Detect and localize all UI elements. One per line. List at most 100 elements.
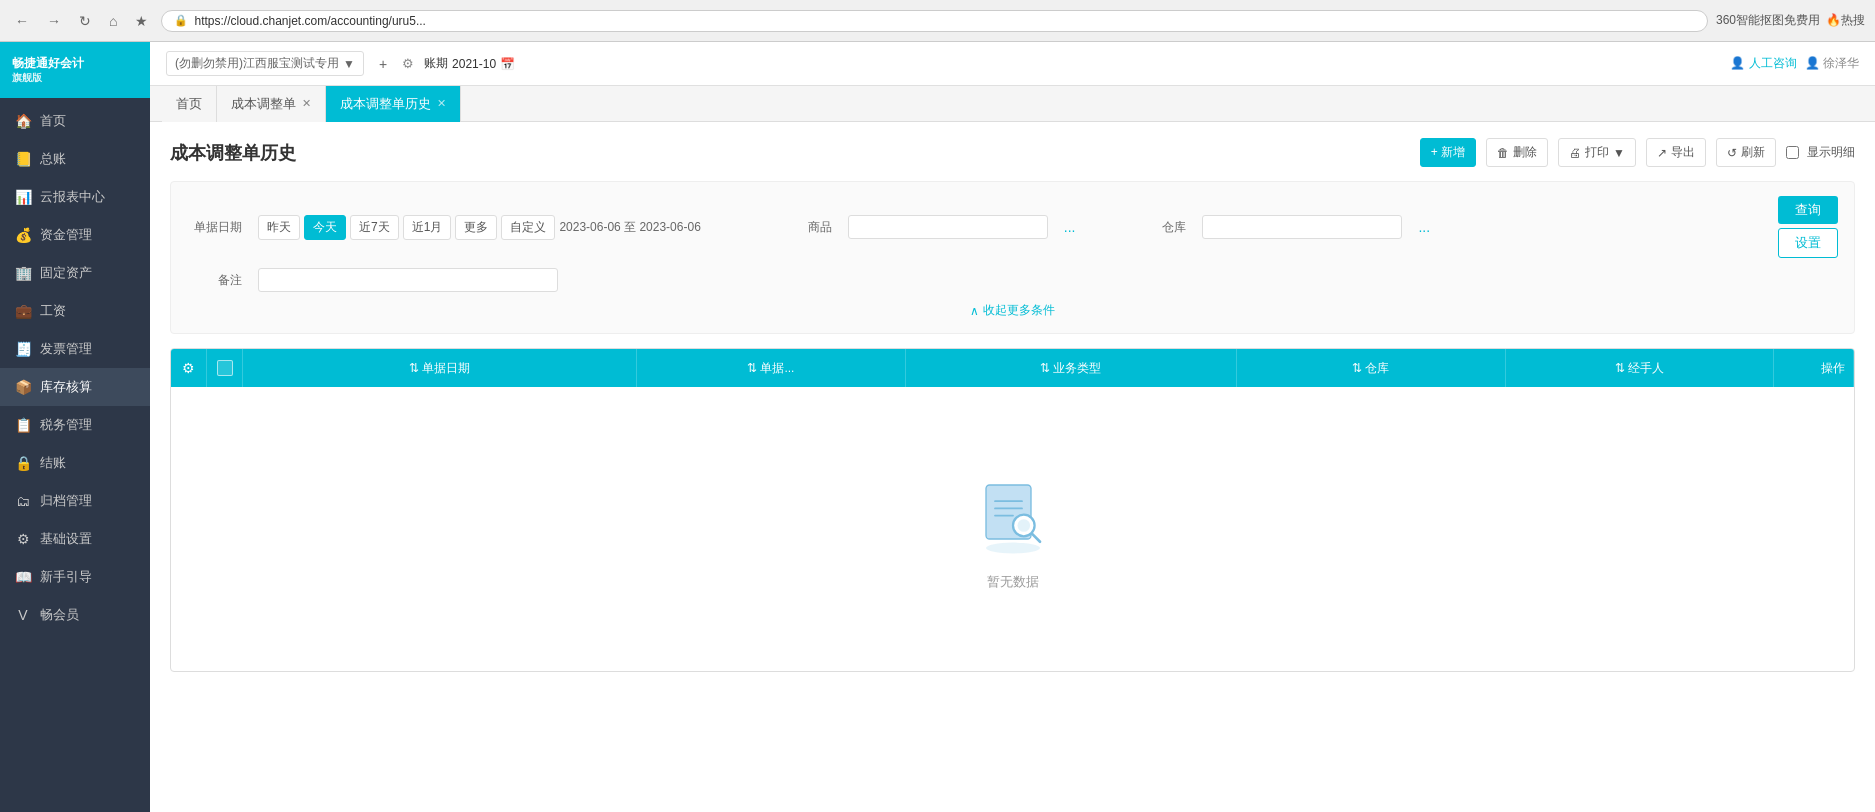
filter-section: 单据日期 昨天 今天 近7天 近1月 更多 自定义 2023-06-06 至 2… — [170, 181, 1855, 334]
sidebar-item-fixed-assets[interactable]: 🏢 固定资产 — [0, 254, 150, 292]
home-button[interactable]: ⌂ — [104, 11, 122, 31]
header-checkbox[interactable] — [217, 360, 233, 376]
th-num[interactable]: ⇅ 单据... — [637, 349, 905, 387]
th-person-label: 经手人 — [1628, 360, 1664, 377]
th-num-label: 单据... — [760, 360, 794, 377]
print-button[interactable]: 🖨 打印 ▼ — [1558, 138, 1636, 167]
sidebar-item-salary[interactable]: 💼 工资 — [0, 292, 150, 330]
goods-more-icon[interactable]: ... — [1064, 219, 1076, 235]
tab-cost-adjust-close[interactable]: ✕ — [302, 97, 311, 110]
ledger-icon: 📒 — [14, 151, 32, 167]
sidebar-item-member[interactable]: V 畅会员 — [0, 596, 150, 634]
tab-home[interactable]: 首页 — [162, 86, 217, 122]
ai-tool-label: 360智能抠图免费用 — [1716, 12, 1820, 29]
export-icon: ↗ — [1657, 146, 1667, 160]
salary-icon: 💼 — [14, 303, 32, 319]
sidebar-label-closing: 结账 — [40, 454, 66, 472]
th-date[interactable]: ⇅ 单据日期 — [243, 349, 637, 387]
tab-cost-adjust-history-close[interactable]: ✕ — [437, 97, 446, 110]
th-person-sort-icon: ⇅ — [1615, 361, 1625, 375]
sidebar-item-closing[interactable]: 🔒 结账 — [0, 444, 150, 482]
sidebar-label-guide: 新手引导 — [40, 568, 92, 586]
tab-cost-adjust-history[interactable]: 成本调整单历史 ✕ — [326, 86, 461, 122]
date-filter-label: 单据日期 — [187, 219, 242, 236]
sidebar-item-reports[interactable]: 📊 云报表中心 — [0, 178, 150, 216]
goods-filter-label: 商品 — [777, 219, 832, 236]
th-type[interactable]: ⇅ 业务类型 — [906, 349, 1237, 387]
member-icon: V — [14, 607, 32, 623]
th-warehouse[interactable]: ⇅ 仓库 — [1237, 349, 1505, 387]
sidebar-item-guide[interactable]: 📖 新手引导 — [0, 558, 150, 596]
th-actions-label: 操作 — [1821, 360, 1845, 377]
tab-cost-adjust[interactable]: 成本调整单 ✕ — [217, 86, 326, 122]
warehouse-filter-input[interactable] — [1202, 215, 1402, 239]
sidebar-label-home: 首页 — [40, 112, 66, 130]
export-button[interactable]: ↗ 导出 — [1646, 138, 1706, 167]
filter-row-remark: 备注 — [187, 268, 1838, 292]
collapse-icon: ∧ — [970, 304, 979, 318]
date-btn-more[interactable]: 更多 — [455, 215, 497, 240]
sidebar-item-ledger[interactable]: 📒 总账 — [0, 140, 150, 178]
add-tab-button[interactable]: + — [374, 54, 392, 74]
closing-icon: 🔒 — [14, 455, 32, 471]
top-bar-actions: 👤 人工咨询 👤 徐泽华 — [1730, 55, 1859, 72]
warehouse-filter-label: 仓库 — [1131, 219, 1186, 236]
company-dropdown-icon: ▼ — [343, 57, 355, 71]
company-selector[interactable]: (勿删勿禁用)江西服宝测试专用 ▼ — [166, 51, 364, 76]
date-btn-custom[interactable]: 自定义 — [501, 215, 555, 240]
sidebar-label-funds: 资金管理 — [40, 226, 92, 244]
sidebar-item-funds[interactable]: 💰 资金管理 — [0, 216, 150, 254]
sidebar-item-archive[interactable]: 🗂 归档管理 — [0, 482, 150, 520]
refresh-button[interactable]: ↺ 刷新 — [1716, 138, 1776, 167]
forward-button[interactable]: → — [42, 11, 66, 31]
th-type-label: 业务类型 — [1053, 360, 1101, 377]
fixed-assets-icon: 🏢 — [14, 265, 32, 281]
set-button[interactable]: 设置 — [1778, 228, 1838, 258]
sidebar-item-inventory[interactable]: 📦 库存核算 — [0, 368, 150, 406]
sidebar-item-invoice[interactable]: 🧾 发票管理 — [0, 330, 150, 368]
address-bar[interactable]: 🔒 https://cloud.chanjet.com/accounting/u… — [161, 10, 1708, 32]
sidebar-label-inventory: 库存核算 — [40, 378, 92, 396]
delete-label: 删除 — [1513, 144, 1537, 161]
star-button[interactable]: ★ — [130, 11, 153, 31]
th-date-label: 单据日期 — [422, 360, 470, 377]
goods-filter-input[interactable] — [848, 215, 1048, 239]
show-cols-toggle[interactable]: 显示明细 — [1786, 144, 1855, 161]
sidebar-item-tax[interactable]: 📋 税务管理 — [0, 406, 150, 444]
th-settings[interactable]: ⚙ — [171, 349, 207, 387]
date-btn-7days[interactable]: 近7天 — [350, 215, 399, 240]
delete-button[interactable]: 🗑 删除 — [1486, 138, 1548, 167]
table-header: ⚙ ⇅ 单据日期 ⇅ 单据... ⇅ 业务类型 — [171, 349, 1854, 387]
sidebar-item-settings[interactable]: ⚙ 基础设置 — [0, 520, 150, 558]
show-cols-label: 显示明细 — [1807, 144, 1855, 161]
inventory-icon: 📦 — [14, 379, 32, 395]
tab-cost-adjust-history-label: 成本调整单历史 — [340, 95, 431, 113]
remark-filter-input[interactable] — [258, 268, 558, 292]
logo-sub: 旗舰版 — [12, 71, 84, 84]
user-service-btn[interactable]: 👤 人工咨询 — [1730, 55, 1796, 72]
warehouse-more-icon[interactable]: ... — [1418, 219, 1430, 235]
query-button[interactable]: 查询 — [1778, 196, 1838, 224]
back-button[interactable]: ← — [10, 11, 34, 31]
sidebar-item-home[interactable]: 🏠 首页 — [0, 102, 150, 140]
browser-chrome: ← → ↻ ⌂ ★ 🔒 https://cloud.chanjet.com/ac… — [0, 0, 1875, 42]
new-button[interactable]: + 新增 — [1420, 138, 1476, 167]
th-check[interactable] — [207, 349, 243, 387]
collapse-button[interactable]: ∧ 收起更多条件 — [187, 302, 1838, 319]
settings-icon-top[interactable]: ⚙ — [402, 56, 414, 71]
sidebar-label-archive: 归档管理 — [40, 492, 92, 510]
th-date-sort-icon: ⇅ — [409, 361, 419, 375]
print-icon: 🖨 — [1569, 146, 1581, 160]
main-content: (勿删勿禁用)江西服宝测试专用 ▼ + ⚙ 账期 2021-10 📅 👤 人工咨… — [150, 42, 1875, 812]
date-btn-yesterday[interactable]: 昨天 — [258, 215, 300, 240]
gear-icon: ⚙ — [182, 360, 195, 376]
invoice-icon: 🧾 — [14, 341, 32, 357]
th-person[interactable]: ⇅ 经手人 — [1506, 349, 1774, 387]
user-avatar[interactable]: 👤 徐泽华 — [1805, 55, 1859, 72]
show-cols-checkbox[interactable] — [1786, 146, 1799, 159]
period-info: 账期 2021-10 📅 — [424, 55, 515, 72]
reload-button[interactable]: ↻ — [74, 11, 96, 31]
date-btn-1month[interactable]: 近1月 — [403, 215, 452, 240]
date-btn-today[interactable]: 今天 — [304, 215, 346, 240]
calendar-icon[interactable]: 📅 — [500, 57, 515, 71]
